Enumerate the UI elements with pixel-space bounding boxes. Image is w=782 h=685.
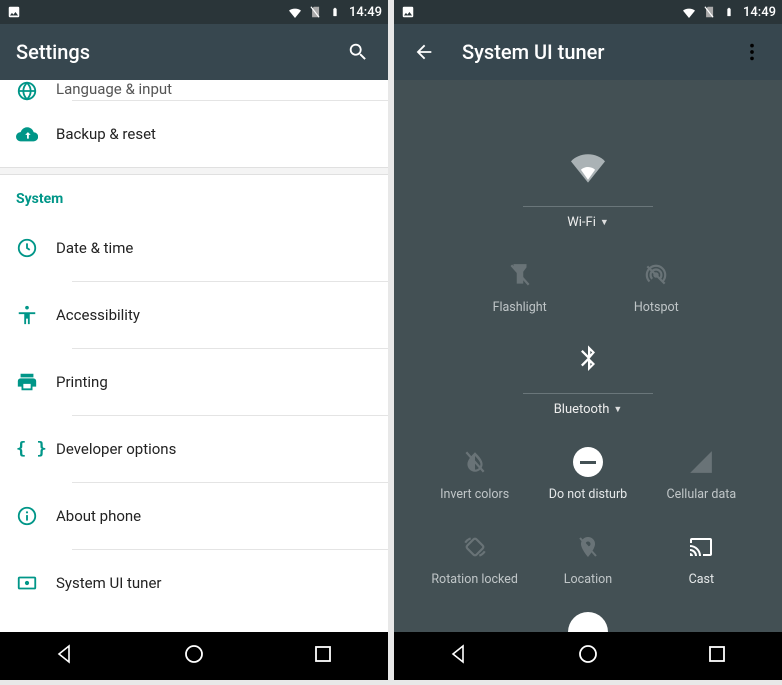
wifi-icon <box>681 4 697 20</box>
status-bar: 14:49 <box>394 0 782 24</box>
status-bar: 14:49 <box>0 0 388 24</box>
quick-settings-panel: Wi-Fi▼ Flashlight Hotspot Bluetooth▼ <box>394 80 782 632</box>
nav-back[interactable] <box>447 642 471 670</box>
image-icon <box>400 4 416 20</box>
tile-label: Location <box>564 572 612 587</box>
tile-invert[interactable]: Invert colors <box>420 445 530 502</box>
app-bar: Settings <box>0 24 388 80</box>
tile-cellular[interactable]: Cellular data <box>646 445 756 502</box>
list-label: System UI tuner <box>56 574 162 592</box>
sim-off-icon <box>701 4 717 20</box>
cast-icon <box>684 530 718 564</box>
overflow-menu[interactable] <box>738 38 766 66</box>
list-item-language[interactable]: Language & input <box>0 80 388 100</box>
app-bar: System UI tuner <box>394 24 782 80</box>
flashlight-icon <box>503 258 537 292</box>
list-label: Date & time <box>56 239 133 257</box>
status-time: 14:49 <box>349 5 382 20</box>
tile-flashlight[interactable]: Flashlight <box>465 258 575 315</box>
globe-icon <box>16 80 56 106</box>
nav-back[interactable] <box>53 642 77 670</box>
bottom-handle-icon[interactable] <box>568 612 608 632</box>
chevron-down-icon: ▼ <box>613 404 622 415</box>
nav-recent[interactable] <box>311 642 335 670</box>
wifi-dropdown[interactable]: Wi-Fi ▼ <box>567 215 609 230</box>
battery-icon <box>721 4 737 20</box>
bluetooth-tile-icon[interactable] <box>574 343 602 375</box>
chevron-down-icon: ▼ <box>600 217 609 228</box>
wifi-icon <box>287 4 303 20</box>
accessibility-icon <box>16 304 56 326</box>
list-item-backup[interactable]: Backup & reset <box>0 101 388 167</box>
tile-label: Rotation locked <box>431 572 518 587</box>
invert-colors-icon <box>458 445 492 479</box>
cellular-icon <box>684 445 718 479</box>
wifi-tile-icon[interactable] <box>571 150 605 188</box>
braces-icon: { } <box>16 439 56 459</box>
list-item-accessibility[interactable]: Accessibility <box>0 282 388 348</box>
wifi-label: Wi-Fi <box>567 215 596 230</box>
tile-label: Hotspot <box>634 300 679 315</box>
page-title: Settings <box>16 40 344 64</box>
bluetooth-dropdown[interactable]: Bluetooth▼ <box>554 402 623 417</box>
tile-label: Cast <box>689 572 714 587</box>
nav-home[interactable] <box>182 642 206 670</box>
tile-rotation[interactable]: Rotation locked <box>420 530 530 587</box>
battery-icon <box>327 4 343 20</box>
tile-dnd[interactable]: Do not disturb <box>533 445 643 502</box>
tile-cast[interactable]: Cast <box>646 530 756 587</box>
info-icon <box>16 505 56 527</box>
status-time: 14:49 <box>743 5 776 20</box>
tile-location[interactable]: Location <box>533 530 643 587</box>
list-item-devopts[interactable]: { } Developer options <box>0 416 388 482</box>
tile-hotspot[interactable]: Hotspot <box>601 258 711 315</box>
list-label: Developer options <box>56 440 176 458</box>
phone-tuner: 14:49 System UI tuner Wi-Fi ▼ Flashlight <box>394 0 782 680</box>
list-label: About phone <box>56 507 141 525</box>
clock-icon <box>16 237 56 259</box>
print-icon <box>16 371 56 393</box>
list-label: Printing <box>56 373 108 391</box>
tile-label: Invert colors <box>440 487 509 502</box>
list-label: Language & input <box>56 80 172 98</box>
bluetooth-label: Bluetooth <box>554 402 610 417</box>
page-title: System UI tuner <box>462 40 738 64</box>
list-item-tuner[interactable]: System UI tuner <box>0 550 388 616</box>
section-header-system: System <box>0 175 388 215</box>
list-item-about[interactable]: About phone <box>0 483 388 549</box>
location-icon <box>571 530 605 564</box>
do-not-disturb-icon <box>571 445 605 479</box>
nav-recent[interactable] <box>705 642 729 670</box>
sim-off-icon <box>307 4 323 20</box>
list-label: Backup & reset <box>56 125 156 143</box>
list-label: Accessibility <box>56 306 140 324</box>
phone-settings: 14:49 Settings Language & input Backup &… <box>0 0 388 680</box>
search-button[interactable] <box>344 38 372 66</box>
list-item-printing[interactable]: Printing <box>0 349 388 415</box>
hotspot-icon <box>639 258 673 292</box>
image-icon <box>6 4 22 20</box>
nav-home[interactable] <box>576 642 600 670</box>
settings-list: Language & input Backup & reset System D… <box>0 80 388 632</box>
list-item-datetime[interactable]: Date & time <box>0 215 388 281</box>
cloud-upload-icon <box>16 123 56 145</box>
nav-bar <box>0 632 388 680</box>
rotation-locked-icon <box>458 530 492 564</box>
tile-label: Flashlight <box>493 300 547 315</box>
back-button[interactable] <box>410 38 438 66</box>
nav-bar <box>394 632 782 680</box>
tile-label: Cellular data <box>666 487 736 502</box>
system-ui-tuner-icon <box>16 572 56 594</box>
tile-label: Do not disturb <box>549 487 627 502</box>
